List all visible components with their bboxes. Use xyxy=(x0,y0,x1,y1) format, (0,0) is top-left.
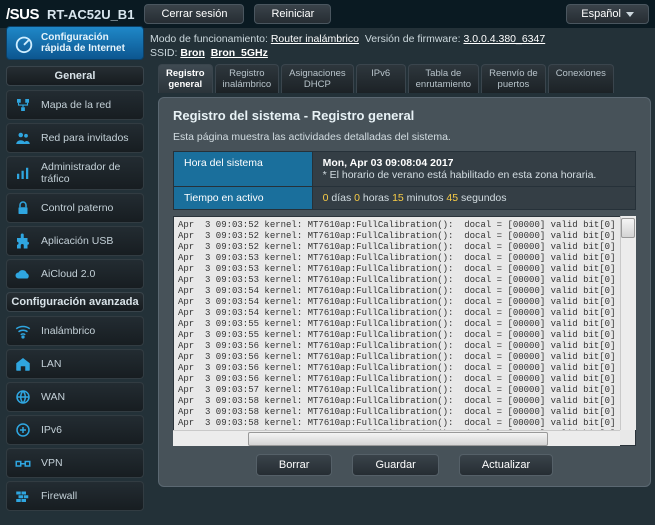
h-scroll-thumb[interactable] xyxy=(248,432,548,446)
v-scroll-thumb[interactable] xyxy=(621,218,635,238)
firewall-icon xyxy=(13,486,33,506)
tab-ipv6[interactable]: IPv6 xyxy=(356,64,406,93)
quick-setup-label: Configuración rápida de Internet xyxy=(41,32,137,54)
nav-parental[interactable]: Control paterno xyxy=(6,193,144,223)
content-panel: Registro del sistema - Registro general … xyxy=(158,97,651,487)
nav-label: Aplicación USB xyxy=(41,235,113,247)
nav-ipv6[interactable]: IPv6 xyxy=(6,415,144,445)
tab-connections[interactable]: Conexiones xyxy=(548,64,614,93)
chart-icon xyxy=(13,163,33,183)
nav-vpn[interactable]: VPN xyxy=(6,448,144,478)
logout-button[interactable]: Cerrar sesión xyxy=(144,4,244,24)
tab-wireless-log[interactable]: Registroinalámbrico xyxy=(215,64,280,93)
language-label: Español xyxy=(581,8,621,20)
nav-label: WAN xyxy=(41,391,65,403)
gauge-icon xyxy=(13,32,35,54)
refresh-button[interactable]: Actualizar xyxy=(459,454,553,476)
clear-button[interactable]: Borrar xyxy=(256,454,333,476)
uptime-label: Tiempo en activo xyxy=(174,187,313,210)
language-selector[interactable]: Español xyxy=(566,4,649,24)
systime-label: Hora del sistema xyxy=(174,152,313,187)
cloud-icon xyxy=(13,264,33,284)
mode-link[interactable]: Router inalámbrico xyxy=(271,33,359,45)
log-textarea[interactable]: Apr 3 09:03:52 kernel: MT7610ap:FullCali… xyxy=(173,216,636,446)
vpn-icon xyxy=(13,453,33,473)
tab-general-log[interactable]: Registrogeneral xyxy=(158,64,213,93)
nav-label: LAN xyxy=(41,358,61,370)
section-general: General xyxy=(6,66,144,86)
systime-value: Mon, Apr 03 09:08:04 2017 * El horario d… xyxy=(312,152,635,187)
nav-label: IPv6 xyxy=(41,424,62,436)
home-icon xyxy=(13,354,33,374)
tab-routing[interactable]: Tabla deenrutamiento xyxy=(408,64,479,93)
nav-network-map[interactable]: Mapa de la red xyxy=(6,90,144,120)
nav-label: Mapa de la red xyxy=(41,99,111,111)
page-desc: Esta página muestra las actividades deta… xyxy=(173,131,636,143)
reboot-button[interactable]: Reiniciar xyxy=(254,4,331,24)
nav-label: AiCloud 2.0 xyxy=(41,268,95,280)
ssid-24[interactable]: Bron xyxy=(180,47,205,59)
nav-aicloud[interactable]: AiCloud 2.0 xyxy=(6,259,144,289)
tab-dhcp[interactable]: AsignacionesDHCP xyxy=(281,64,354,93)
nav-label: Control paterno xyxy=(41,202,113,214)
ipv6-icon xyxy=(13,420,33,440)
nav-label: VPN xyxy=(41,457,63,469)
mode-label: Modo de funcionamiento: xyxy=(150,33,268,45)
nav-firewall[interactable]: Firewall xyxy=(6,481,144,511)
page-title: Registro del sistema - Registro general xyxy=(173,108,636,123)
nav-wireless[interactable]: Inalámbrico xyxy=(6,316,144,346)
globe-icon xyxy=(13,387,33,407)
nav-label: Inalámbrico xyxy=(41,325,95,337)
tab-portfwd[interactable]: Reenvío depuertos xyxy=(481,64,546,93)
nav-traffic[interactable]: Administrador de tráfico xyxy=(6,156,144,190)
ssid-5[interactable]: Bron_5GHz xyxy=(211,47,268,59)
nav-label: Firewall xyxy=(41,490,77,502)
puzzle-icon xyxy=(13,231,33,251)
network-icon xyxy=(13,95,33,115)
v-scrollbar[interactable] xyxy=(620,216,636,430)
model-name: RT-AC52U_B1 xyxy=(47,7,134,22)
fw-link[interactable]: 3.0.0.4.380_6347 xyxy=(463,33,545,45)
nav-lan[interactable]: LAN xyxy=(6,349,144,379)
quick-setup-button[interactable]: Configuración rápida de Internet xyxy=(6,26,144,60)
save-button[interactable]: Guardar xyxy=(352,454,438,476)
chevron-down-icon xyxy=(626,12,634,17)
nav-guest[interactable]: Red para invitados xyxy=(6,123,144,153)
brand-logo: /SUS xyxy=(6,6,39,23)
h-scrollbar[interactable] xyxy=(173,430,620,446)
nav-usb[interactable]: Aplicación USB xyxy=(6,226,144,256)
nav-wan[interactable]: WAN xyxy=(6,382,144,412)
nav-label: Administrador de tráfico xyxy=(41,161,137,185)
users-icon xyxy=(13,128,33,148)
fw-label: Versión de firmware: xyxy=(365,33,461,45)
uptime-value: 0 días 0 horas 15 minutos 45 segundos xyxy=(312,187,635,210)
wifi-icon xyxy=(13,321,33,341)
section-advanced: Configuración avanzada xyxy=(6,292,144,312)
tab-bar: Registrogeneral Registroinalámbrico Asig… xyxy=(150,64,651,93)
lock-icon xyxy=(13,198,33,218)
ssid-label: SSID: xyxy=(150,47,177,59)
nav-label: Red para invitados xyxy=(41,132,129,144)
